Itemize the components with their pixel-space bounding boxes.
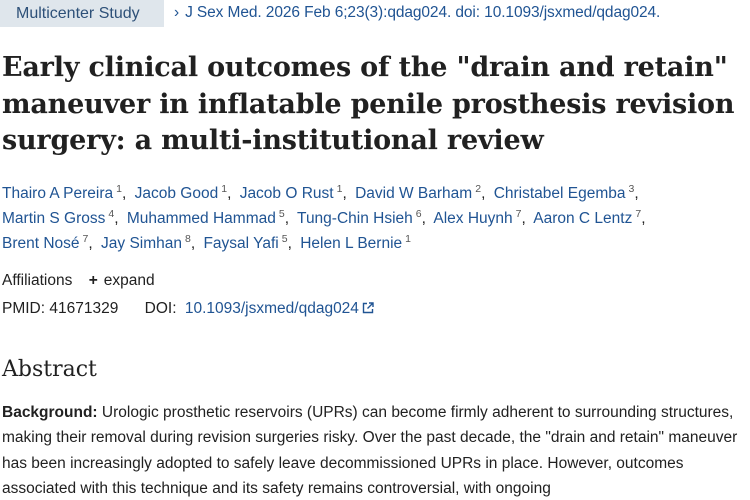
author-link[interactable]: Faysal Yafi — [203, 235, 278, 252]
affiliation-number[interactable]: 1 — [405, 233, 411, 245]
author-item: Aaron C Lentz 7, — [533, 207, 646, 227]
article-title: Early clinical outcomes of the "drain an… — [2, 52, 735, 156]
citation-details: 2026 Feb 6;23(3):qdag024. doi: 10.1093/j… — [261, 4, 661, 21]
affiliation-number[interactable]: 7 — [516, 208, 522, 220]
external-link-icon — [362, 302, 374, 314]
affiliation-number[interactable]: 8 — [185, 233, 191, 245]
author-item: Alex Huynh 7, — [433, 207, 526, 227]
author-item: Jacob Good 1, — [134, 182, 232, 202]
pmid-label: PMID: — [2, 300, 46, 317]
author-item: Jay Simhan 8, — [101, 232, 196, 252]
author-item: Thairo A Pereira 1, — [2, 182, 127, 202]
author-item: Jacob O Rust 1, — [239, 182, 347, 202]
study-type-badge[interactable]: Multicenter Study — [0, 0, 164, 27]
author-link[interactable]: Jacob O Rust — [240, 185, 334, 202]
author-link[interactable]: Tung-Chin Hsieh — [297, 210, 413, 227]
author-link[interactable]: Martin S Gross — [2, 210, 105, 227]
author-link[interactable]: David W Barham — [355, 185, 472, 202]
background-text: Urologic prosthetic reservoirs (UPRs) ca… — [2, 404, 738, 497]
doi-label: DOI: — [144, 300, 177, 317]
expand-affiliations-button[interactable]: + expand — [89, 272, 155, 289]
author-link[interactable]: Muhammed Hammad — [127, 210, 276, 227]
affiliation-number[interactable]: 5 — [282, 233, 288, 245]
author-link[interactable]: Aaron C Lentz — [533, 210, 632, 227]
pmid-value: 41671329 — [49, 300, 119, 317]
doi-link[interactable]: 10.1093/jsxmed/qdag024 — [185, 300, 374, 317]
abstract-heading: Abstract — [2, 357, 97, 382]
journal-citation[interactable]: › J Sex Med. 2026 Feb 6;23(3):qdag024. do… — [174, 4, 660, 22]
author-item: Tung-Chin Hsieh 6, — [297, 207, 426, 227]
doi-value[interactable]: 10.1093/jsxmed/qdag024 — [185, 300, 359, 317]
author-link[interactable]: Jay Simhan — [101, 235, 182, 252]
author-item: Faysal Yafi 5, — [203, 232, 292, 252]
journal-name[interactable]: J Sex Med. — [185, 4, 262, 21]
background-label: Background: — [2, 404, 98, 421]
affiliations-toggle-row: Affiliations + expand — [2, 272, 155, 290]
plus-icon: + — [88, 272, 98, 289]
abstract-paragraph: Background: Urologic prosthetic reservoi… — [2, 400, 747, 500]
identifiers-row: PMID: 41671329 DOI: 10.1093/jsxmed/qdag0… — [2, 300, 374, 318]
affiliation-number[interactable]: 6 — [416, 208, 422, 220]
author-item: Christabel Egemba 3, — [493, 182, 639, 202]
author-item: Helen L Bernie 1 — [300, 233, 411, 252]
affiliation-number[interactable]: 5 — [279, 208, 285, 220]
expand-label: expand — [103, 272, 155, 289]
author-item: Muhammed Hammad 5, — [126, 207, 290, 227]
author-link[interactable]: Thairo A Pereira — [2, 185, 113, 202]
author-link[interactable]: Alex Huynh — [433, 210, 512, 227]
author-item: Martin S Gross 4, — [2, 207, 119, 227]
author-item: David W Barham 2, — [355, 182, 486, 202]
author-link[interactable]: Jacob Good — [135, 185, 219, 202]
author-link[interactable]: Christabel Egemba — [494, 185, 626, 202]
author-link[interactable]: Helen L Bernie — [300, 235, 402, 252]
chevron-right-icon: › — [174, 4, 180, 21]
authors-list: Thairo A Pereira 1, Jacob Good 1, Jacob O … — [2, 181, 747, 256]
affiliations-label: Affiliations — [2, 272, 73, 289]
author-item: Brent Nosé 7, — [2, 232, 93, 252]
author-link[interactable]: Brent Nosé — [2, 235, 80, 252]
citation-bar: Multicenter Study › J Sex Med. 2026 Feb 6… — [0, 0, 750, 27]
